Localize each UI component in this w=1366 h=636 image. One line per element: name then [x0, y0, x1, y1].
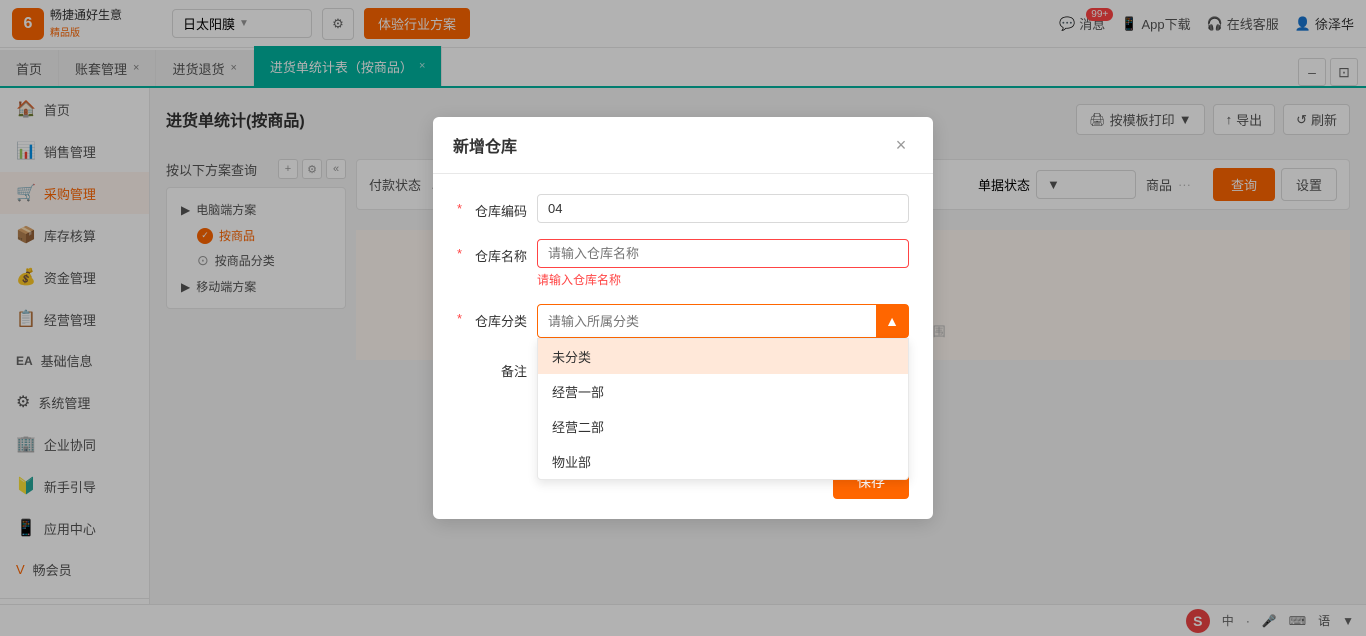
category-input[interactable]	[538, 308, 876, 335]
category-input-row: ▲	[537, 304, 909, 338]
warehouse-name-error: 请输入仓库名称	[537, 271, 909, 288]
modal-close-button[interactable]: ×	[889, 133, 913, 157]
modal-body: 仓库编码 仓库名称 请输入仓库名称 仓库分类	[433, 174, 933, 453]
category-arrow-button[interactable]: ▲	[876, 305, 908, 337]
warehouse-name-field: 请输入仓库名称	[537, 239, 909, 288]
modal-title: 新增仓库	[453, 133, 517, 157]
dropdown-item-dept2[interactable]: 经营二部	[538, 409, 908, 444]
warehouse-name-input[interactable]	[537, 239, 909, 268]
remark-label: 备注	[457, 354, 537, 380]
category-wrapper: ▲ 未分类 经营一部 经营二部 物业部	[537, 304, 909, 338]
chevron-up-icon: ▲	[885, 313, 899, 329]
warehouse-name-label: 仓库名称	[457, 239, 537, 265]
dropdown-item-dept1[interactable]: 经营一部	[538, 374, 908, 409]
new-warehouse-modal: 新增仓库 × 仓库编码 仓库名称 请输入仓库名称 仓库分类	[433, 117, 933, 519]
warehouse-category-row: 仓库分类 ▲ 未分类 经营一部 经营二部 物业部	[457, 304, 909, 338]
warehouse-code-row: 仓库编码	[457, 194, 909, 223]
dropdown-item-uncategorized[interactable]: 未分类	[538, 339, 908, 374]
modal-header: 新增仓库 ×	[433, 117, 933, 174]
warehouse-code-input[interactable]	[537, 194, 909, 223]
modal-overlay: 新增仓库 × 仓库编码 仓库名称 请输入仓库名称 仓库分类	[0, 0, 1366, 636]
warehouse-category-field: ▲ 未分类 经营一部 经营二部 物业部	[537, 304, 909, 338]
warehouse-category-label: 仓库分类	[457, 304, 537, 330]
warehouse-code-field	[537, 194, 909, 223]
category-dropdown-list: 未分类 经营一部 经营二部 物业部	[537, 338, 909, 480]
warehouse-code-label: 仓库编码	[457, 194, 537, 220]
warehouse-name-row: 仓库名称 请输入仓库名称	[457, 239, 909, 288]
dropdown-item-dept3[interactable]: 物业部	[538, 444, 908, 479]
